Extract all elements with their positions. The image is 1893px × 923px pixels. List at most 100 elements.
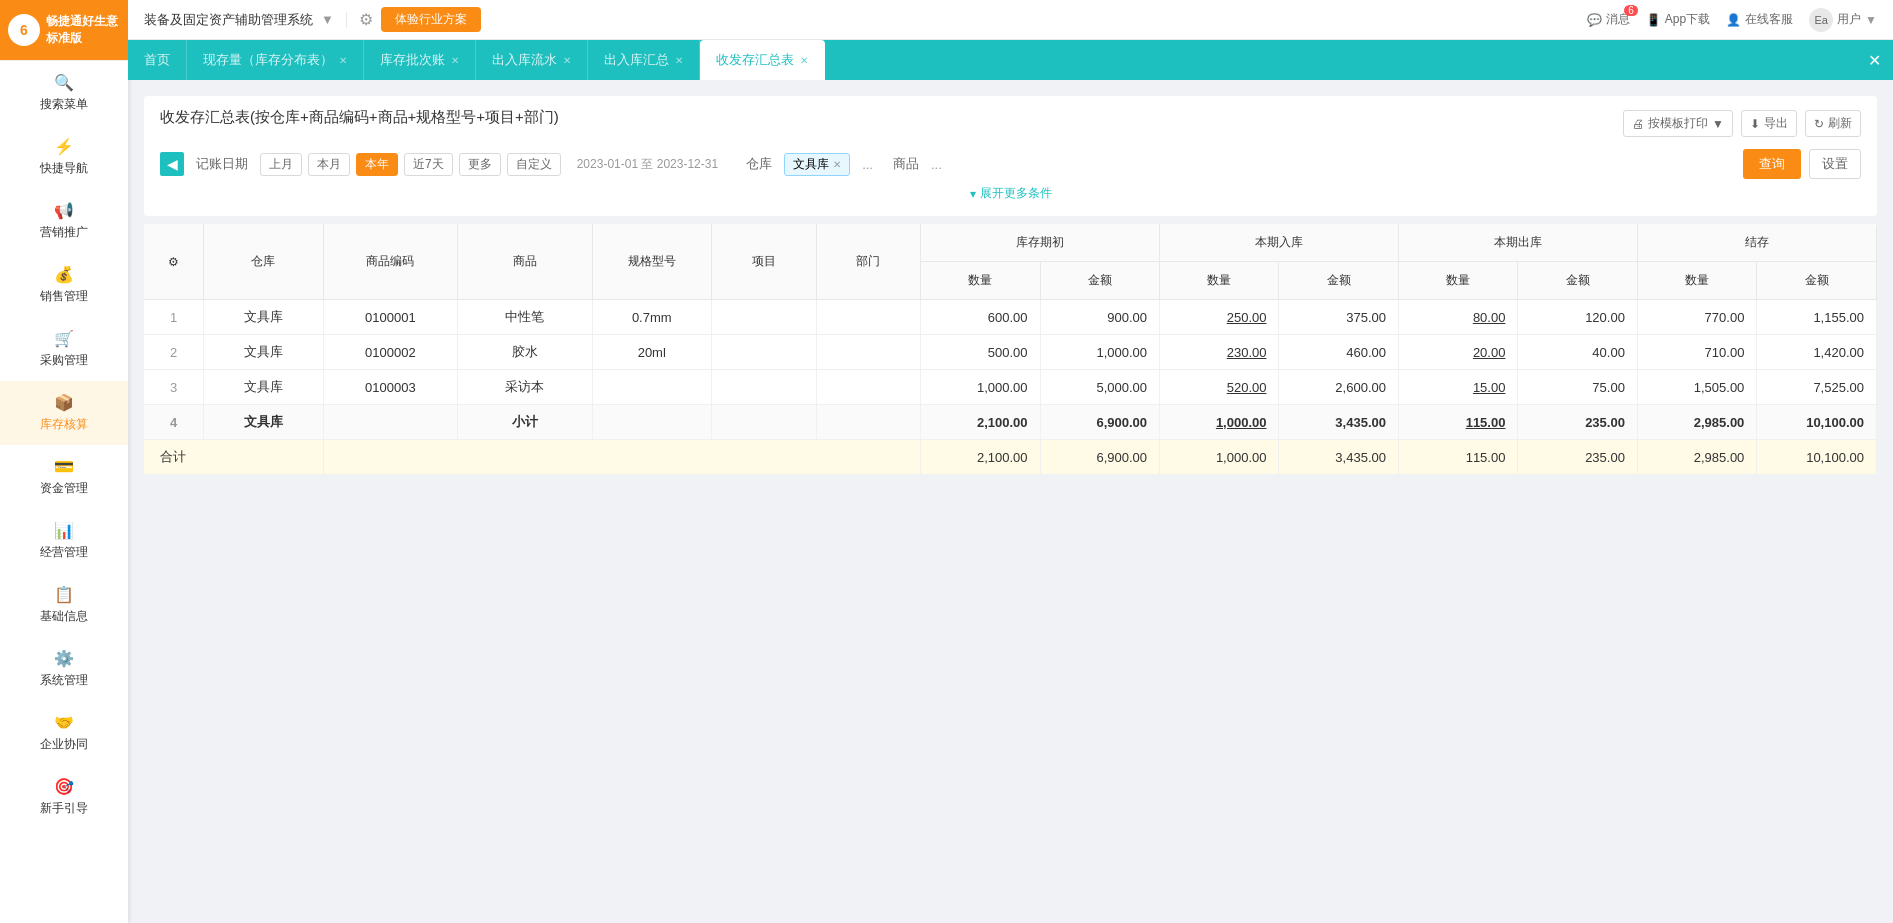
shortcut-more[interactable]: 更多 bbox=[459, 153, 501, 176]
row-outbound-qty[interactable]: 15.00 bbox=[1398, 370, 1517, 405]
row-opening-amt: 1,000.00 bbox=[1040, 335, 1159, 370]
row-outbound-qty[interactable]: 20.00 bbox=[1398, 335, 1517, 370]
row-outbound-amt: 75.00 bbox=[1518, 370, 1637, 405]
data-table-wrap: ⚙ 仓库 商品编码 商品 规格型号 项目 部门 库存期初 本期入库 本期出库 结… bbox=[144, 224, 1877, 475]
th-balance-amt: 金额 bbox=[1757, 262, 1877, 300]
message-badge: 6 bbox=[1624, 5, 1638, 16]
sidebar-item-search[interactable]: 🔍 搜索菜单 bbox=[0, 60, 128, 125]
warehouse-tag-close[interactable]: ✕ bbox=[833, 159, 841, 170]
row-spec: 0.7mm bbox=[592, 300, 711, 335]
row-warehouse: 文具库 bbox=[204, 300, 323, 335]
tabs-close-all[interactable]: ✕ bbox=[1856, 51, 1893, 70]
shortcut-this-year[interactable]: 本年 bbox=[356, 153, 398, 176]
shortcut-this-month[interactable]: 本月 bbox=[308, 153, 350, 176]
sidebar-item-sales[interactable]: 💰 销售管理 bbox=[0, 253, 128, 317]
tab-close-stock-dist[interactable]: ✕ bbox=[339, 55, 347, 66]
th-dept: 部门 bbox=[816, 224, 921, 300]
sidebar-item-quicknav[interactable]: ⚡ 快捷导航 bbox=[0, 125, 128, 189]
gear-icon[interactable]: ⚙ bbox=[359, 10, 373, 29]
row-balance-qty: 710.00 bbox=[1637, 335, 1756, 370]
row-inbound-amt: 3,435.00 bbox=[1279, 405, 1398, 440]
expand-more-btn[interactable]: ▾ 展开更多条件 bbox=[160, 179, 1861, 208]
outbound-qty-link: 20.00 bbox=[1473, 345, 1506, 360]
online-service-btn[interactable]: 👤 在线客服 bbox=[1726, 11, 1793, 28]
sidebar-item-inventory[interactable]: 📦 库存核算 bbox=[0, 381, 128, 445]
export-btn[interactable]: ⬇ 导出 bbox=[1741, 110, 1797, 137]
goods-filter-dots[interactable]: ... bbox=[931, 157, 942, 172]
tab-stock-dist[interactable]: 现存量（库存分布表） ✕ bbox=[187, 40, 364, 80]
warehouse-tag[interactable]: 文具库 ✕ bbox=[784, 153, 850, 176]
row-inbound-qty[interactable]: 1,000.00 bbox=[1160, 405, 1279, 440]
total-opening-amt: 6,900.00 bbox=[1040, 440, 1159, 475]
sidebar-logo: 6 畅捷通好生意 标准版 bbox=[0, 0, 128, 60]
refresh-btn[interactable]: ↻ 刷新 bbox=[1805, 110, 1861, 137]
sidebar-item-system[interactable]: ⚙️ 系统管理 bbox=[0, 637, 128, 701]
row-dept bbox=[816, 370, 921, 405]
warehouse-filter-dots[interactable]: ... bbox=[862, 157, 873, 172]
row-inbound-qty[interactable]: 230.00 bbox=[1160, 335, 1279, 370]
sidebar-item-basic[interactable]: 📋 基础信息 bbox=[0, 573, 128, 637]
th-outbound-amt: 金额 bbox=[1518, 262, 1637, 300]
settings-btn[interactable]: 设置 bbox=[1809, 149, 1861, 179]
th-outbound-group: 本期出库 bbox=[1398, 224, 1637, 262]
row-code: 0100001 bbox=[323, 300, 457, 335]
tab-inout-summary[interactable]: 出入库汇总 ✕ bbox=[588, 40, 700, 80]
row-code: 0100002 bbox=[323, 335, 457, 370]
tab-close-inout-flow[interactable]: ✕ bbox=[563, 55, 571, 66]
trial-btn[interactable]: 体验行业方案 bbox=[381, 7, 481, 32]
row-warehouse: 文具库 bbox=[204, 405, 323, 440]
table-settings-icon[interactable]: ⚙ bbox=[168, 255, 179, 269]
row-balance-amt: 1,420.00 bbox=[1757, 335, 1877, 370]
sidebar-item-guide[interactable]: 🎯 新手引导 bbox=[0, 765, 128, 829]
th-inbound-group: 本期入库 bbox=[1160, 224, 1399, 262]
row-outbound-qty[interactable]: 80.00 bbox=[1398, 300, 1517, 335]
tab-close-inout-summary[interactable]: ✕ bbox=[675, 55, 683, 66]
sales-icon: 💰 bbox=[54, 265, 74, 284]
th-spec: 规格型号 bbox=[592, 224, 711, 300]
sidebar-item-operation[interactable]: 📊 经营管理 bbox=[0, 509, 128, 573]
inventory-icon: 📦 bbox=[54, 393, 74, 412]
th-settings[interactable]: ⚙ bbox=[144, 224, 204, 300]
query-btn[interactable]: 查询 bbox=[1743, 149, 1801, 179]
logo-icon: 6 bbox=[8, 14, 40, 46]
goods-label: 商品 bbox=[893, 155, 919, 173]
app-download-btn[interactable]: 📱 App下载 bbox=[1646, 11, 1710, 28]
tab-receive-summary[interactable]: 收发存汇总表 ✕ bbox=[700, 40, 825, 80]
row-inbound-qty[interactable]: 250.00 bbox=[1160, 300, 1279, 335]
row-index: 3 bbox=[144, 370, 204, 405]
user-avatar[interactable]: Ea 用户 ▼ bbox=[1809, 8, 1877, 32]
row-balance-qty: 2,985.00 bbox=[1637, 405, 1756, 440]
th-code: 商品编码 bbox=[323, 224, 457, 300]
tabs-bar: 首页 现存量（库存分布表） ✕ 库存批次账 ✕ 出入库流水 ✕ 出入库汇总 ✕ … bbox=[128, 40, 1893, 80]
tab-home[interactable]: 首页 bbox=[128, 40, 187, 80]
avatar: Ea bbox=[1809, 8, 1833, 32]
sidebar-item-finance[interactable]: 💳 资金管理 bbox=[0, 445, 128, 509]
warehouse-label: 仓库 bbox=[746, 155, 772, 173]
row-outbound-qty[interactable]: 115.00 bbox=[1398, 405, 1517, 440]
sidebar-item-enterprise[interactable]: 🤝 企业协同 bbox=[0, 701, 128, 765]
shortcut-custom[interactable]: 自定义 bbox=[507, 153, 561, 176]
tab-inout-flow[interactable]: 出入库流水 ✕ bbox=[476, 40, 588, 80]
tab-batch[interactable]: 库存批次账 ✕ bbox=[364, 40, 476, 80]
tab-close-batch[interactable]: ✕ bbox=[451, 55, 459, 66]
print-btn[interactable]: 🖨 按模板打印 ▼ bbox=[1623, 110, 1733, 137]
sidebar-item-marketing[interactable]: 📢 营销推广 bbox=[0, 189, 128, 253]
row-code bbox=[323, 405, 457, 440]
header-dropdown-icon[interactable]: ▼ bbox=[321, 12, 334, 27]
outbound-qty-link: 115.00 bbox=[1466, 415, 1506, 430]
row-inbound-qty[interactable]: 520.00 bbox=[1160, 370, 1279, 405]
filter-collapse-btn[interactable]: ◀ bbox=[160, 152, 184, 176]
sidebar-item-purchase[interactable]: 🛒 采购管理 bbox=[0, 317, 128, 381]
message-btn[interactable]: 💬 消息 6 bbox=[1587, 11, 1630, 28]
search-icon: 🔍 bbox=[54, 73, 74, 92]
row-opening-qty: 2,100.00 bbox=[921, 405, 1040, 440]
quicknav-icon: ⚡ bbox=[54, 137, 74, 156]
row-project bbox=[711, 335, 816, 370]
tab-close-receive-summary[interactable]: ✕ bbox=[800, 55, 808, 66]
th-opening-qty: 数量 bbox=[921, 262, 1040, 300]
th-project: 项目 bbox=[711, 224, 816, 300]
shortcut-7days[interactable]: 近7天 bbox=[404, 153, 453, 176]
shortcut-last-month[interactable]: 上月 bbox=[260, 153, 302, 176]
logo-text: 畅捷通好生意 标准版 bbox=[46, 13, 118, 47]
row-warehouse: 文具库 bbox=[204, 370, 323, 405]
